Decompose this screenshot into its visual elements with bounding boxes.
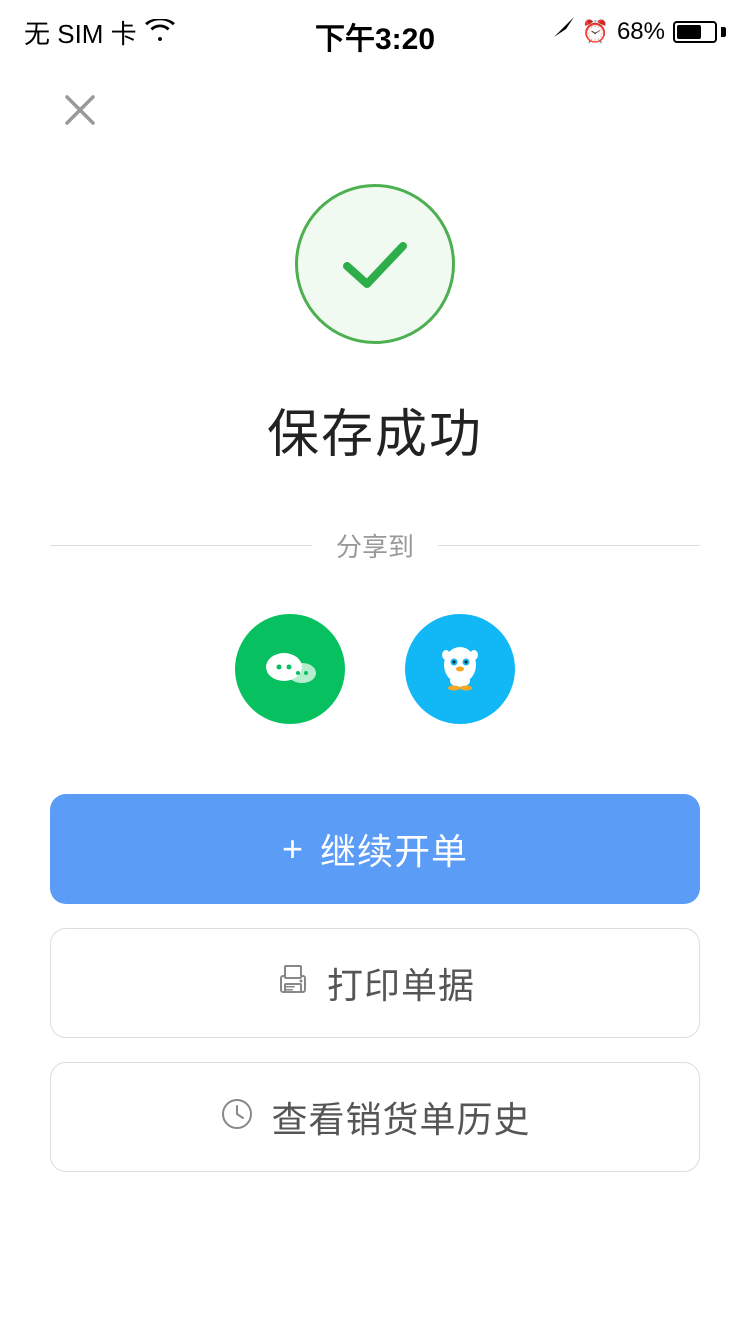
clock-icon [219,1096,255,1138]
main-content: 保存成功 分享到 [0,64,750,1334]
share-icons [235,614,515,724]
qq-icon [428,637,492,701]
share-label: 分享到 [336,527,414,564]
checkmark-icon [335,224,415,304]
qq-share-button[interactable] [405,614,515,724]
printer-icon [275,962,311,1004]
status-bar: 无 SIM 卡 下午3:20 ⏰ 68% [0,0,750,64]
battery-icon [673,21,726,43]
print-receipt-button[interactable]: 打印单据 [50,928,700,1038]
status-time: 下午3:20 [315,14,435,58]
success-title: 保存成功 [267,392,483,467]
carrier-label: 无 SIM 卡 [24,14,137,51]
close-button[interactable] [50,80,110,140]
wifi-icon [145,17,175,48]
location-icon [554,17,574,48]
status-left: 无 SIM 卡 [24,14,175,51]
continue-order-label: 继续开单 [320,823,468,875]
action-buttons: + 继续开单 打印单据 [50,794,700,1172]
alarm-icon: ⏰ [582,19,609,45]
share-divider: 分享到 [50,527,700,564]
divider-left [50,545,312,546]
plus-icon: + [282,831,304,867]
close-icon [61,91,99,129]
print-receipt-label: 打印单据 [327,957,475,1009]
status-right: ⏰ 68% [554,17,726,48]
wechat-icon [258,637,322,701]
wechat-share-button[interactable] [235,614,345,724]
divider-right [438,545,700,546]
view-history-button[interactable]: 查看销货单历史 [50,1062,700,1172]
battery-percent: 68% [617,18,665,46]
continue-order-button[interactable]: + 继续开单 [50,794,700,904]
view-history-label: 查看销货单历史 [271,1091,530,1143]
success-circle [295,184,455,344]
